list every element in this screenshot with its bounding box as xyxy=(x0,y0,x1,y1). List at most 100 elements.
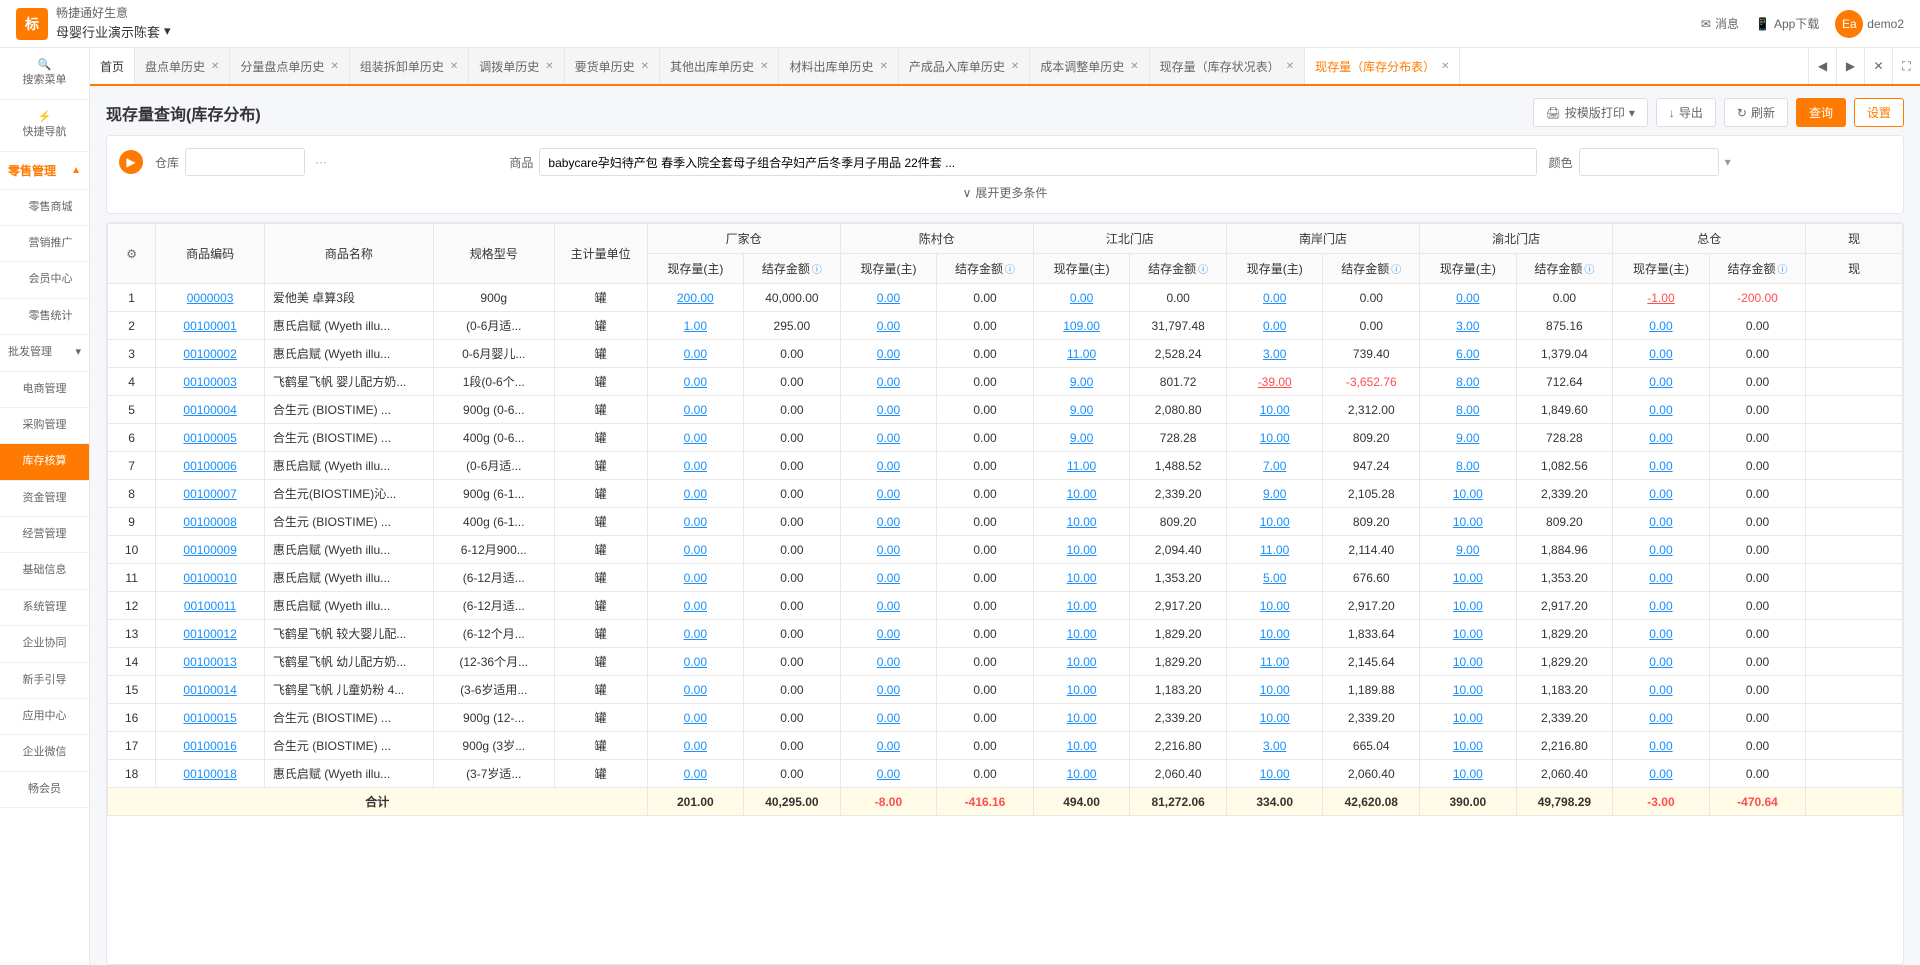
cell-nangan-stock[interactable]: 0.00 xyxy=(1226,312,1323,340)
sidebar-item-collab[interactable]: 企业协同 xyxy=(0,626,89,662)
cell-yubeif-stock[interactable]: 3.00 xyxy=(1420,312,1517,340)
cell-yubeif-stock[interactable]: 10.00 xyxy=(1420,648,1517,676)
cell-store-stock[interactable]: 0.00 xyxy=(840,368,937,396)
cell-yubeif-stock[interactable]: 8.00 xyxy=(1420,396,1517,424)
cell-jiangbei-stock[interactable]: 10.00 xyxy=(1033,704,1130,732)
cell-nangan-stock[interactable]: 11.00 xyxy=(1226,536,1323,564)
cell-store-stock[interactable]: 0.00 xyxy=(840,760,937,788)
tab-close-icon[interactable]: ✕ xyxy=(1130,61,1138,72)
cell-nangan-stock[interactable]: 10.00 xyxy=(1226,760,1323,788)
cell-store-stock[interactable]: 0.00 xyxy=(840,480,937,508)
cell-yubeif-stock[interactable]: 10.00 xyxy=(1420,508,1517,536)
cell-total-stock[interactable]: 0.00 xyxy=(1613,424,1710,452)
sidebar-item-marketing[interactable]: 营销推广 xyxy=(0,226,89,262)
cell-nangan-stock[interactable]: 10.00 xyxy=(1226,508,1323,536)
cell-total-stock[interactable]: 0.00 xyxy=(1613,536,1710,564)
cell-factory-stock[interactable]: 0.00 xyxy=(647,340,744,368)
tab-partial-check[interactable]: 分量盘点单历史 ✕ xyxy=(230,48,349,85)
cell-yubeif-stock[interactable]: 0.00 xyxy=(1420,284,1517,312)
sidebar-item-search[interactable]: 🔍 搜索菜单 xyxy=(0,48,89,100)
cell-store-stock[interactable]: 0.00 xyxy=(840,508,937,536)
cell-store-stock[interactable]: 0.00 xyxy=(840,424,937,452)
cell-code[interactable]: 00100006 xyxy=(156,452,265,480)
cell-code[interactable]: 00100015 xyxy=(156,704,265,732)
tab-close-all[interactable]: ✕ xyxy=(1864,48,1892,85)
cell-yubeif-stock[interactable]: 8.00 xyxy=(1420,452,1517,480)
cell-jiangbei-stock[interactable]: 9.00 xyxy=(1033,368,1130,396)
cell-store-stock[interactable]: 0.00 xyxy=(840,284,937,312)
sidebar-item-retail[interactable]: 零售管理 ▲ xyxy=(0,152,89,190)
tab-close-icon[interactable]: ✕ xyxy=(211,61,219,72)
cell-jiangbei-stock[interactable]: 9.00 xyxy=(1033,396,1130,424)
tab-material-out[interactable]: 材料出库单历史 ✕ xyxy=(779,48,898,85)
cell-yubeif-stock[interactable]: 10.00 xyxy=(1420,760,1517,788)
cell-yubeif-stock[interactable]: 10.00 xyxy=(1420,592,1517,620)
info-icon[interactable]: ⓘ xyxy=(1778,265,1788,276)
sidebar-item-finance[interactable]: 资金管理 xyxy=(0,481,89,517)
tab-home[interactable]: 首页 xyxy=(90,48,135,85)
sidebar-item-purchase[interactable]: 采购管理 xyxy=(0,408,89,444)
cell-code[interactable]: 00100013 xyxy=(156,648,265,676)
cell-factory-stock[interactable]: 0.00 xyxy=(647,704,744,732)
cell-nangan-stock[interactable]: -39.00 xyxy=(1226,368,1323,396)
cell-total-stock[interactable]: -1.00 xyxy=(1613,284,1710,312)
cell-jiangbei-stock[interactable]: 10.00 xyxy=(1033,648,1130,676)
cell-code[interactable]: 00100012 xyxy=(156,620,265,648)
cell-factory-stock[interactable]: 0.00 xyxy=(647,508,744,536)
tab-nav-prev[interactable]: ◀ xyxy=(1808,48,1836,85)
settings-btn[interactable]: 设置 xyxy=(1854,98,1904,127)
cell-nangan-stock[interactable]: 11.00 xyxy=(1226,648,1323,676)
cell-code[interactable]: 00100010 xyxy=(156,564,265,592)
cell-factory-stock[interactable]: 200.00 xyxy=(647,284,744,312)
tab-close-icon[interactable]: ✕ xyxy=(641,61,649,72)
tab-stock-dist[interactable]: 现存量（库存分布表） ✕ xyxy=(1305,48,1460,86)
cell-nangan-stock[interactable]: 10.00 xyxy=(1226,676,1323,704)
cell-jiangbei-stock[interactable]: 10.00 xyxy=(1033,732,1130,760)
th-gear[interactable]: ⚙ xyxy=(108,224,156,284)
cell-code[interactable]: 00100007 xyxy=(156,480,265,508)
cell-jiangbei-stock[interactable]: 10.00 xyxy=(1033,760,1130,788)
sidebar-item-members[interactable]: 会员中心 xyxy=(0,262,89,298)
cell-store-stock[interactable]: 0.00 xyxy=(840,592,937,620)
tab-close-icon[interactable]: ✕ xyxy=(760,61,768,72)
cell-yubeif-stock[interactable]: 10.00 xyxy=(1420,732,1517,760)
tab-close-icon[interactable]: ✕ xyxy=(330,61,338,72)
cell-total-stock[interactable]: 0.00 xyxy=(1613,396,1710,424)
color-input[interactable] xyxy=(1579,148,1719,176)
cell-nangan-stock[interactable]: 10.00 xyxy=(1226,620,1323,648)
cell-code[interactable]: 00100014 xyxy=(156,676,265,704)
cell-factory-stock[interactable]: 0.00 xyxy=(647,732,744,760)
cell-nangan-stock[interactable]: 10.00 xyxy=(1226,704,1323,732)
cell-total-stock[interactable]: 0.00 xyxy=(1613,620,1710,648)
sidebar-item-basic[interactable]: 基础信息 xyxy=(0,553,89,589)
cell-store-stock[interactable]: 0.00 xyxy=(840,676,937,704)
cell-jiangbei-stock[interactable]: 10.00 xyxy=(1033,480,1130,508)
cell-jiangbei-stock[interactable]: 109.00 xyxy=(1033,312,1130,340)
cell-store-stock[interactable]: 0.00 xyxy=(840,340,937,368)
cell-store-stock[interactable]: 0.00 xyxy=(840,396,937,424)
cell-factory-stock[interactable]: 0.00 xyxy=(647,368,744,396)
export-btn[interactable]: ↓ 导出 xyxy=(1656,98,1716,127)
cell-code[interactable]: 00100011 xyxy=(156,592,265,620)
cell-nangan-stock[interactable]: 10.00 xyxy=(1226,424,1323,452)
cell-total-stock[interactable]: 0.00 xyxy=(1613,648,1710,676)
cell-jiangbei-stock[interactable]: 11.00 xyxy=(1033,452,1130,480)
tab-inventory-check[interactable]: 盘点单历史 ✕ xyxy=(135,48,230,85)
message-btn[interactable]: ✉ 消息 xyxy=(1701,15,1739,32)
info-icon[interactable]: ⓘ xyxy=(1005,265,1015,276)
cell-factory-stock[interactable]: 0.00 xyxy=(647,536,744,564)
cell-factory-stock[interactable]: 0.00 xyxy=(647,424,744,452)
cell-factory-stock[interactable]: 1.00 xyxy=(647,312,744,340)
app-download-btn[interactable]: 📱 App下载 xyxy=(1755,15,1819,32)
cell-store-stock[interactable]: 0.00 xyxy=(840,732,937,760)
tab-close-icon[interactable]: ✕ xyxy=(1011,61,1019,72)
cell-nangan-stock[interactable]: 3.00 xyxy=(1226,340,1323,368)
cell-jiangbei-stock[interactable]: 10.00 xyxy=(1033,592,1130,620)
cell-factory-stock[interactable]: 0.00 xyxy=(647,564,744,592)
cell-code[interactable]: 00100008 xyxy=(156,508,265,536)
tab-nav-next[interactable]: ▶ xyxy=(1836,48,1864,85)
cell-jiangbei-stock[interactable]: 10.00 xyxy=(1033,508,1130,536)
cell-factory-stock[interactable]: 0.00 xyxy=(647,648,744,676)
cell-total-stock[interactable]: 0.00 xyxy=(1613,368,1710,396)
info-icon[interactable]: ⓘ xyxy=(1391,265,1401,276)
